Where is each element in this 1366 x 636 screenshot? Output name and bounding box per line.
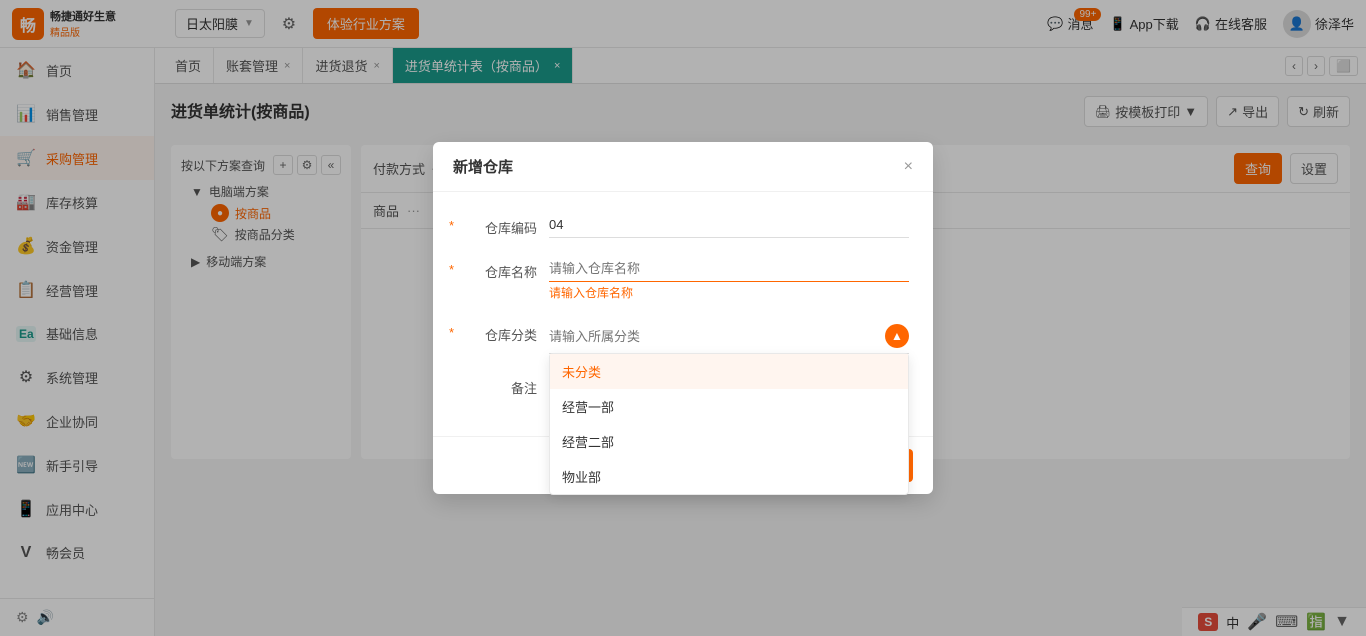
form-row-category: 仓库分类 ▲ 未分类 经营一部 经营二部 物业部 [457, 319, 909, 354]
code-label: 仓库编码 [457, 212, 537, 237]
category-dropdown-list: 未分类 经营一部 经营二部 物业部 [549, 353, 909, 495]
form-row-name: 仓库名称 请输入仓库名称 [457, 256, 909, 301]
category-label: 仓库分类 [457, 319, 537, 344]
modal-title: 新增仓库 [453, 156, 513, 177]
category-option-unclassified[interactable]: 未分类 [550, 354, 908, 389]
add-warehouse-modal: 新增仓库 × 仓库编码 仓库名称 请输入仓库名称 仓库分类 [433, 142, 933, 494]
category-input[interactable] [549, 329, 885, 344]
name-field-wrap: 请输入仓库名称 [549, 256, 909, 301]
modal-body: 仓库编码 仓库名称 请输入仓库名称 仓库分类 ▲ [433, 192, 933, 436]
form-row-code: 仓库编码 [457, 212, 909, 238]
category-dropdown-wrap: ▲ 未分类 经营一部 经营二部 物业部 [549, 319, 909, 354]
code-field-wrap [549, 212, 909, 238]
name-error-msg: 请输入仓库名称 [549, 284, 909, 301]
warehouse-name-input[interactable] [549, 256, 909, 282]
modal-header: 新增仓库 × [433, 142, 933, 192]
warehouse-code-input[interactable] [549, 212, 909, 238]
category-option-dept2[interactable]: 经营二部 [550, 424, 908, 459]
category-option-property[interactable]: 物业部 [550, 459, 908, 494]
modal-overlay: 新增仓库 × 仓库编码 仓库名称 请输入仓库名称 仓库分类 [0, 0, 1366, 636]
category-toggle-button[interactable]: ▲ [885, 324, 909, 348]
category-option-dept1[interactable]: 经营一部 [550, 389, 908, 424]
category-input-row: ▲ [549, 319, 909, 354]
notes-label: 备注 [457, 372, 537, 397]
modal-close-button[interactable]: × [904, 158, 913, 176]
name-label: 仓库名称 [457, 256, 537, 281]
